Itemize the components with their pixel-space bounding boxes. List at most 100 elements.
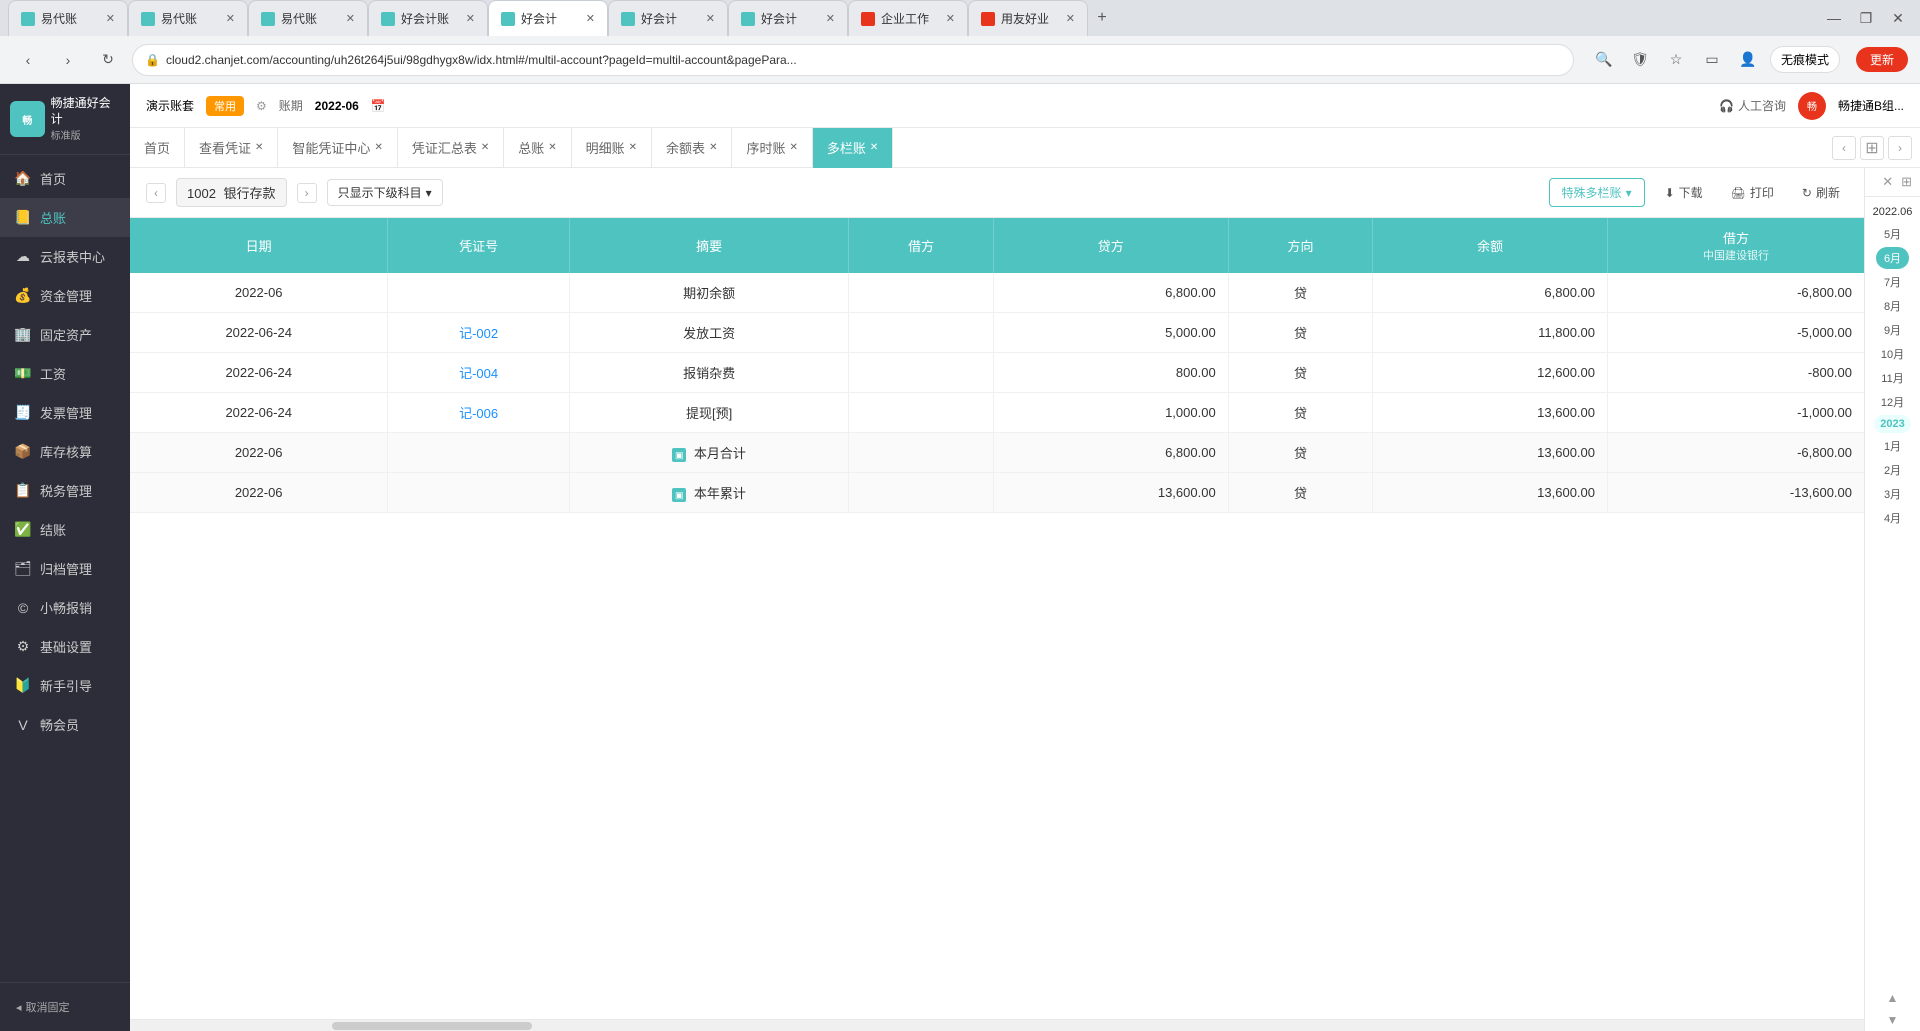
tab-close-4[interactable]: ✕ [466,12,475,25]
expand-right-panel-button[interactable]: ⊞ [1897,172,1916,192]
tab-general-ledger[interactable]: 总账 ✕ [504,128,571,168]
panel-month-7[interactable]: 7月 [1884,271,1901,293]
panel-month-2023-4[interactable]: 4月 [1884,507,1901,529]
tab-voucher-summary[interactable]: 凭证汇总表 ✕ [398,128,504,168]
tab-view-voucher[interactable]: 查看凭证 ✕ [185,128,278,168]
sidebar-item-inventory[interactable]: 📦 库存核算 [0,432,130,471]
close-right-panel-button[interactable]: ✕ [1878,172,1897,192]
sidebar-item-reports[interactable]: ☁ 云报表中心 [0,237,130,276]
sidebar-item-invoice[interactable]: 🧾 发票管理 [0,393,130,432]
sidebar-item-assets[interactable]: 🏢 固定资产 [0,315,130,354]
tab-close-3[interactable]: ✕ [346,12,355,25]
settings-gear-icon[interactable]: ⚙ [256,99,267,113]
tab-smart-voucher[interactable]: 智能凭证中心 ✕ [278,128,397,168]
browser-tab-7[interactable]: 好会计 ✕ [728,0,848,36]
panel-month-10[interactable]: 10月 [1881,343,1904,365]
tab-detail-ledger-close[interactable]: ✕ [629,142,637,153]
tab-general-ledger-close[interactable]: ✕ [548,142,556,153]
filter-dropdown[interactable]: 只显示下级科目 ▾ [327,179,443,206]
sidebar-item-archive[interactable]: 🗂 归档管理 [0,549,130,588]
address-field[interactable]: 🔒 cloud2.chanjet.com/accounting/uh26t264… [132,44,1574,76]
tab-multi-column-close[interactable]: ✕ [870,142,878,153]
sidebar-item-guide[interactable]: 🔰 新手引导 [0,666,130,705]
panel-month-9[interactable]: 9月 [1884,319,1901,341]
sidebar-item-closing[interactable]: ✅ 结账 [0,510,130,549]
panel-month-8[interactable]: 8月 [1884,295,1901,317]
update-button[interactable]: 更新 [1856,47,1908,72]
cancel-fixed-button[interactable]: ◂ 取消固定 [10,993,120,1021]
forward-button[interactable]: › [52,44,84,76]
refresh-button[interactable]: ↻ 刷新 [1794,180,1848,205]
tab-close-2[interactable]: ✕ [226,12,235,25]
tab-close-7[interactable]: ✕ [826,12,835,25]
special-multi-button[interactable]: 特殊多栏账 ▾ [1549,178,1645,207]
horizontal-scrollbar[interactable] [130,1019,1864,1031]
tab-smart-voucher-close[interactable]: ✕ [374,142,382,153]
reload-button[interactable]: ↻ [92,44,124,76]
tab-sequence-ledger-close[interactable]: ✕ [789,142,797,153]
browser-tab-1[interactable]: 易代账 ✕ [8,0,128,36]
cell-voucher-1[interactable]: 记-002 [388,313,569,353]
panel-month-2023-3[interactable]: 3月 [1884,483,1901,505]
sidebar-item-home[interactable]: 🏠 首页 [0,159,130,198]
sidebar-item-ledger[interactable]: 📒 总账 [0,198,130,237]
consultation-button[interactable]: 🎧 人工咨询 [1719,97,1786,114]
sidebar-item-salary[interactable]: 💵 工资 [0,354,130,393]
tab-close-5[interactable]: ✕ [586,12,595,25]
panel-scroll-up-button[interactable]: ▲ [1865,987,1920,1009]
shield-icon[interactable]: 🛡 [1626,46,1654,74]
calendar-icon[interactable]: 📅 [371,99,386,113]
tab-multi-column[interactable]: 多栏账 ✕ [813,128,893,168]
tab-sequence-ledger[interactable]: 序时账 ✕ [732,128,812,168]
browser-tab-4[interactable]: 好会计账 ✕ [368,0,488,36]
browser-tab-8[interactable]: 企业工作 ✕ [848,0,968,36]
account-prev-button[interactable]: ‹ [146,183,166,203]
close-window-button[interactable]: ✕ [1884,4,1912,32]
sidebar-item-settings[interactable]: ⚙ 基础设置 [0,627,130,666]
restore-button[interactable]: ❐ [1852,4,1880,32]
tab-balance[interactable]: 余额表 ✕ [652,128,732,168]
account-next-button[interactable]: › [297,183,317,203]
download-button[interactable]: ⬇ 下载 [1657,180,1711,205]
cell-voucher-2[interactable]: 记-004 [388,353,569,393]
tab-home[interactable]: 首页 [130,128,185,168]
panel-month-6[interactable]: 6月 [1876,247,1909,269]
sidebar-item-capital[interactable]: 💰 资金管理 [0,276,130,315]
tab-balance-close[interactable]: ✕ [709,142,717,153]
wuhen-mode-button[interactable]: 无痕模式 [1770,46,1840,73]
back-button[interactable]: ‹ [12,44,44,76]
browser-tab-2[interactable]: 易代账 ✕ [128,0,248,36]
collapse-panel-button[interactable]: ⊞ [1860,136,1884,160]
account-selector[interactable]: 1002 银行存款 [176,178,287,207]
panel-month-5[interactable]: 5月 [1884,223,1901,245]
cell-voucher-3[interactable]: 记-006 [388,393,569,433]
panel-month-12[interactable]: 12月 [1881,391,1904,413]
browser-tab-9[interactable]: 用友好业 ✕ [968,0,1088,36]
profile-icon[interactable]: 👤 [1734,46,1762,74]
star-icon[interactable]: ☆ [1662,46,1690,74]
tab-view-voucher-close[interactable]: ✕ [255,142,263,153]
tab-collapse-right-button[interactable]: › [1888,136,1912,160]
tab-collapse-left-button[interactable]: ‹ [1832,136,1856,160]
sidebar-item-tax[interactable]: 📋 税务管理 [0,471,130,510]
scroll-thumb[interactable] [332,1022,532,1030]
print-button[interactable]: 🖨 打印 [1723,180,1782,205]
browser-tab-3[interactable]: 易代账 ✕ [248,0,368,36]
sidebar-panel-icon[interactable]: ▭ [1698,46,1726,74]
tab-voucher-summary-close[interactable]: ✕ [481,142,489,153]
tab-close-8[interactable]: ✕ [946,12,955,25]
sidebar-item-expense[interactable]: © 小畅报销 [0,588,130,627]
browser-tab-6[interactable]: 好会计 ✕ [608,0,728,36]
tab-close-1[interactable]: ✕ [106,12,115,25]
panel-month-2023-1[interactable]: 1月 [1884,435,1901,457]
panel-month-2023-2[interactable]: 2月 [1884,459,1901,481]
new-tab-button[interactable]: + [1088,4,1116,32]
panel-month-11[interactable]: 11月 [1881,367,1903,389]
panel-scroll-down-button[interactable]: ▼ [1865,1009,1920,1031]
minimize-button[interactable]: — [1820,4,1848,32]
tab-close-9[interactable]: ✕ [1066,12,1075,25]
browser-tab-5[interactable]: 好会计 ✕ [488,0,608,36]
search-icon[interactable]: 🔍 [1590,46,1618,74]
tab-detail-ledger[interactable]: 明细账 ✕ [572,128,652,168]
tab-close-6[interactable]: ✕ [706,12,715,25]
